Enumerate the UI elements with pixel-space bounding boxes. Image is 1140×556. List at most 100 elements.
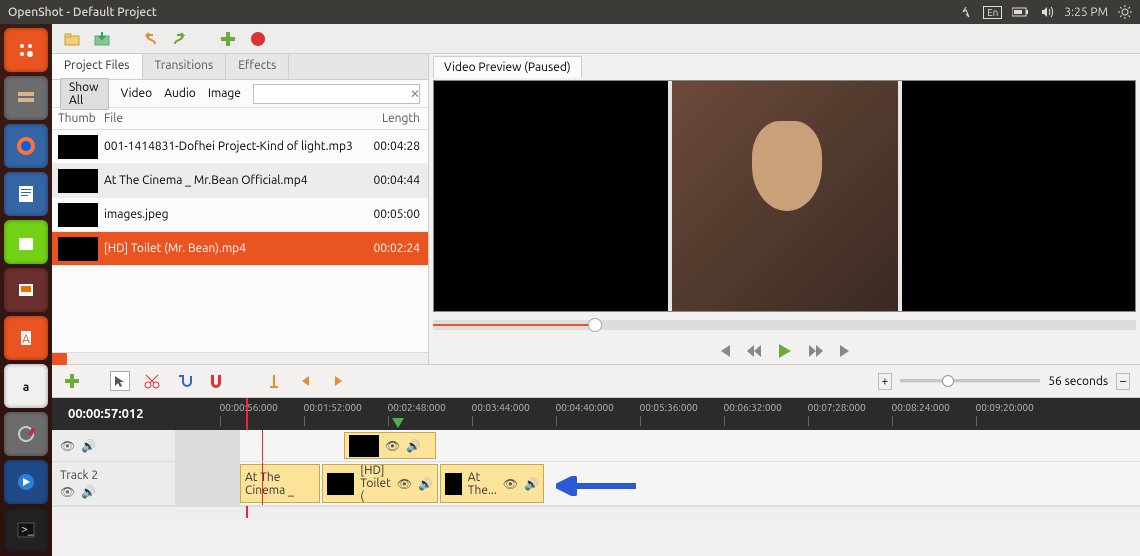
jump-end-button[interactable] [838, 343, 854, 359]
launcher-settings[interactable] [4, 412, 48, 456]
keyboard-indicator[interactable]: En [983, 6, 1002, 19]
launcher-calc[interactable] [4, 220, 48, 264]
launcher-software[interactable]: A [4, 316, 48, 360]
ruler-tick: 00:00:56:000 [220, 402, 278, 413]
filter-image[interactable]: Image [208, 87, 241, 100]
file-row[interactable]: images.jpeg 00:05:00 [52, 198, 428, 232]
video-preview[interactable] [433, 80, 1136, 312]
tab-transitions[interactable]: Transitions [143, 54, 227, 79]
window-title: OpenShot - Default Project [8, 6, 959, 19]
timeline-scrollbar[interactable] [52, 506, 1140, 520]
filter-audio[interactable]: Audio [164, 87, 196, 100]
clip-audio-icon[interactable]: 🔊 [418, 477, 433, 491]
undo-button[interactable] [140, 29, 160, 49]
redo-button[interactable] [170, 29, 190, 49]
clear-search-icon[interactable]: ✕ [410, 87, 420, 101]
filter-show-all[interactable]: Show All [60, 78, 109, 110]
gear-icon[interactable] [1118, 5, 1132, 19]
ruler-tick: 00:04:40:000 [556, 402, 614, 413]
clip[interactable]: At The Cinema _ [240, 464, 320, 503]
clip-visibility-icon[interactable]: 👁 [397, 477, 412, 491]
save-project-button[interactable] [92, 29, 112, 49]
project-tabs: Project Files Transitions Effects [52, 54, 428, 80]
tab-effects[interactable]: Effects [226, 54, 289, 79]
clip-audio-icon[interactable]: 🔊 [406, 439, 421, 453]
marker-add-button[interactable] [264, 371, 284, 391]
marker-next-button[interactable] [328, 371, 348, 391]
filter-video[interactable]: Video [121, 87, 153, 100]
timeline-ruler[interactable]: 00:00:57:012 00:00:56:00000:01:52:00000:… [52, 398, 1140, 430]
clip[interactable]: At The... 👁🔊 [440, 464, 544, 503]
zoom-in-button[interactable]: + [878, 373, 893, 390]
tab-project-files[interactable]: Project Files [52, 54, 143, 79]
launcher-openshot[interactable] [4, 460, 48, 504]
launcher-firefox[interactable] [4, 124, 48, 168]
file-filters: Show All Video Audio Image ✕ [52, 80, 428, 108]
file-name: At The Cinema _ Mr.Bean Official.mp4 [104, 174, 368, 187]
magnet-button[interactable] [206, 371, 226, 391]
zoom-slider[interactable] [900, 379, 1040, 383]
file-length: 00:04:28 [368, 140, 428, 153]
clip-label: At The Cinema _ [245, 471, 315, 497]
marker-icon[interactable] [392, 418, 404, 428]
filter-search-input[interactable] [253, 84, 420, 104]
file-row[interactable]: At The Cinema _ Mr.Bean Official.mp4 00:… [52, 164, 428, 198]
file-length: 00:04:44 [368, 174, 428, 187]
snap-button[interactable] [174, 371, 194, 391]
file-thumb [58, 135, 98, 159]
launcher-amazon[interactable]: a [4, 364, 48, 408]
audio-icon[interactable]: 🔊 [81, 439, 96, 453]
track-lane[interactable]: At The Cinema _ [HD] Toilet ( 👁🔊 At The.… [176, 462, 1140, 505]
playhead-line [262, 430, 263, 461]
track-header[interactable]: 👁🔊 [52, 430, 176, 461]
marker-prev-button[interactable] [296, 371, 316, 391]
jump-start-button[interactable] [716, 343, 732, 359]
system-tray: En 3:25 PM [959, 5, 1132, 19]
clip[interactable]: 👁🔊 [344, 432, 436, 459]
launcher-terminal[interactable]: >_ [4, 508, 48, 552]
file-length: 00:05:00 [368, 208, 428, 221]
launcher-writer[interactable] [4, 172, 48, 216]
select-tool-button[interactable] [110, 371, 130, 391]
battery-icon[interactable] [1012, 7, 1030, 17]
header-thumb: Thumb [52, 112, 104, 125]
play-button[interactable] [776, 342, 794, 360]
launcher-impress[interactable] [4, 268, 48, 312]
add-track-button[interactable] [62, 371, 82, 391]
launcher-files[interactable] [4, 76, 48, 120]
audio-icon[interactable]: 🔊 [81, 485, 96, 499]
svg-text:A: A [22, 333, 30, 346]
visibility-icon[interactable]: 👁 [60, 439, 75, 453]
network-icon[interactable] [959, 5, 973, 19]
preview-tab[interactable]: Video Preview (Paused) [433, 56, 582, 78]
header-file[interactable]: File [104, 112, 368, 125]
file-row[interactable]: 001-1414831-Dofhei Project-Kind of light… [52, 130, 428, 164]
export-button[interactable] [248, 29, 268, 49]
preview-seek-slider[interactable] [433, 320, 1136, 330]
project-scrollbar[interactable] [52, 352, 428, 364]
clip[interactable]: [HD] Toilet ( 👁 🔊 [322, 464, 438, 503]
ruler-tick: 00:02:48:000 [388, 402, 446, 413]
razor-tool-button[interactable] [142, 371, 162, 391]
track-lane[interactable]: 👁🔊 [176, 430, 1140, 461]
zoom-out-button[interactable]: – [1116, 373, 1130, 390]
clock[interactable]: 3:25 PM [1064, 6, 1108, 19]
clip-visibility-icon[interactable]: 👁 [385, 439, 400, 453]
track-header[interactable]: Track 2 👁🔊 [52, 462, 176, 505]
project-panel: Project Files Transitions Effects Show A… [52, 54, 429, 364]
clip-audio-icon[interactable]: 🔊 [524, 477, 539, 491]
visibility-icon[interactable]: 👁 [60, 485, 75, 499]
file-length: 00:02:24 [368, 242, 428, 255]
clip-visibility-icon[interactable]: 👁 [503, 477, 518, 491]
header-length[interactable]: Length [368, 112, 428, 125]
file-list-header: Thumb File Length [52, 108, 428, 130]
file-row[interactable]: [HD] Toilet (Mr. Bean).mp4 00:02:24 [52, 232, 428, 266]
launcher-dash[interactable] [4, 28, 48, 72]
file-thumb [58, 237, 98, 261]
rewind-button[interactable] [746, 343, 762, 359]
open-project-button[interactable] [62, 29, 82, 49]
clip-label: [HD] Toilet ( [360, 464, 391, 503]
volume-icon[interactable] [1040, 5, 1054, 19]
import-files-button[interactable] [218, 29, 238, 49]
forward-button[interactable] [808, 343, 824, 359]
